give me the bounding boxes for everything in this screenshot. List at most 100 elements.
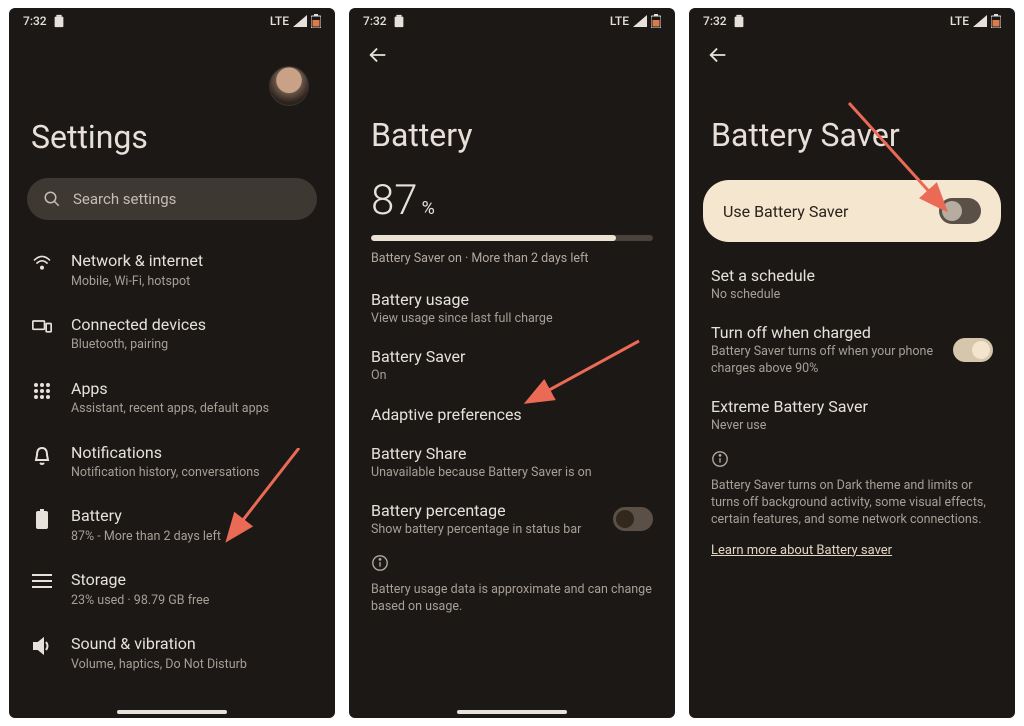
item-label: Battery Saver: [371, 347, 653, 366]
item-sub: Unavailable because Battery Saver is on: [371, 465, 653, 481]
battery-status-icon: [651, 14, 661, 28]
item-battery-usage[interactable]: Battery usage View usage since last full…: [349, 280, 675, 337]
gesture-bar[interactable]: [117, 710, 227, 714]
status-bar: 7:32 LTE: [689, 8, 1015, 30]
item-label: Battery Share: [371, 444, 653, 463]
arrow-left-icon: [707, 44, 729, 66]
item-label: Battery percentage: [371, 501, 603, 520]
item-sub: No schedule: [711, 287, 993, 303]
search-placeholder: Search settings: [73, 190, 176, 208]
profile-avatar[interactable]: [269, 66, 309, 106]
item-set-schedule[interactable]: Set a schedule No schedule: [689, 256, 1015, 313]
status-time: 7:32: [363, 14, 387, 28]
status-bar: 7:32 LTE: [349, 8, 675, 30]
signal-icon: [973, 15, 987, 27]
phone-settings: 7:32 LTE Settings Search settings Networ…: [9, 8, 335, 718]
toggle-use-battery-saver[interactable]: [939, 198, 981, 224]
toggle-battery-percentage[interactable]: [613, 507, 653, 531]
devices-icon: [32, 318, 52, 334]
info-icon: [349, 548, 675, 578]
item-sub: On: [371, 368, 653, 384]
sidebar-item-notifications[interactable]: NotificationsNotification history, conve…: [9, 430, 335, 494]
search-icon: [43, 190, 61, 208]
item-label: Extreme Battery Saver: [711, 397, 993, 416]
battery-percent: 87: [371, 176, 418, 225]
sidebar-item-sound[interactable]: Sound & vibration Volume, haptics, Do Not…: [9, 621, 335, 685]
battery-status-line: Battery Saver on · More than 2 days left: [349, 247, 675, 280]
item-sub: Assistant, recent apps, default apps: [71, 401, 313, 417]
info-icon: [689, 444, 1015, 474]
item-sub: Bluetooth, pairing: [71, 337, 313, 353]
item-sub: Volume, haptics, Do Not Disturb: [71, 657, 313, 673]
apps-icon: [33, 382, 51, 400]
battery-chip-icon: [393, 14, 405, 28]
toggle-turn-off-charged[interactable]: [953, 338, 993, 362]
page-title: Settings: [9, 106, 335, 178]
item-label: Storage: [71, 569, 313, 591]
gesture-bar[interactable]: [457, 710, 567, 714]
item-label: Connected devices: [71, 314, 313, 336]
item-sub: View usage since last full charge: [371, 311, 653, 327]
item-sub: 23% used · 98.79 GB free: [71, 593, 313, 609]
footer-note: Battery Saver turns on Dark theme and li…: [689, 474, 1015, 539]
learn-more-link[interactable]: Learn more about Battery saver: [689, 541, 914, 568]
bell-icon: [33, 446, 51, 466]
battery-chip-icon: [53, 14, 65, 28]
status-net: LTE: [610, 14, 629, 28]
status-bar: 7:32 LTE: [9, 8, 335, 30]
status-net: LTE: [950, 14, 969, 28]
item-sub: Show battery percentage in status bar: [371, 522, 603, 538]
item-label: Network & internet: [71, 250, 313, 272]
signal-icon: [633, 15, 647, 27]
item-turn-off-charged[interactable]: Turn off when charged Battery Saver turn…: [689, 313, 1015, 387]
item-adaptive[interactable]: Adaptive preferences: [349, 395, 675, 434]
storage-icon: [32, 573, 52, 589]
item-sub: 87% - More than 2 days left: [71, 529, 313, 545]
sidebar-item-network[interactable]: Network & internet Mobile, Wi-Fi, hotspot: [9, 238, 335, 302]
item-sub: Never use: [711, 418, 993, 434]
battery-icon: [36, 509, 48, 529]
item-battery-share[interactable]: Battery Share Unavailable because Batter…: [349, 434, 675, 491]
item-label: Apps: [71, 378, 313, 400]
use-battery-saver-card[interactable]: Use Battery Saver: [703, 180, 1001, 242]
page-title: Battery Saver: [689, 76, 1015, 180]
back-button[interactable]: [689, 30, 1015, 76]
item-label: Turn off when charged: [711, 323, 943, 342]
item-label: Notifications: [71, 442, 313, 464]
settings-list: Network & internet Mobile, Wi-Fi, hotspot…: [9, 220, 335, 685]
signal-icon: [293, 15, 307, 27]
battery-status-icon: [311, 14, 321, 28]
item-sub: Battery Saver turns off when your phone …: [711, 344, 943, 377]
percent-sign: %: [422, 198, 435, 219]
sound-icon: [32, 637, 52, 655]
battery-progress: [371, 235, 653, 241]
phone-battery: 7:32 LTE Battery 87 % Battery Saver on ·…: [349, 8, 675, 718]
item-label: Adaptive preferences: [371, 405, 653, 424]
sidebar-item-apps[interactable]: AppsAssistant, recent apps, default apps: [9, 366, 335, 430]
sidebar-item-storage[interactable]: Storage 23% used · 98.79 GB free: [9, 557, 335, 621]
item-label: Battery: [71, 505, 313, 527]
status-time: 7:32: [703, 14, 727, 28]
phone-battery-saver: 7:32 LTE Battery Saver Use Battery Saver…: [689, 8, 1015, 718]
item-battery-percentage[interactable]: Battery percentage Show battery percenta…: [349, 491, 675, 548]
battery-status-icon: [991, 14, 1001, 28]
search-input[interactable]: Search settings: [27, 178, 317, 220]
status-net: LTE: [270, 14, 289, 28]
sidebar-item-connected[interactable]: Connected devicesBluetooth, pairing: [9, 302, 335, 366]
card-label: Use Battery Saver: [723, 202, 848, 221]
item-battery-saver[interactable]: Battery Saver On: [349, 337, 675, 394]
item-label: Battery usage: [371, 290, 653, 309]
page-title: Battery: [349, 76, 675, 176]
item-label: Set a schedule: [711, 266, 993, 285]
item-extreme-saver[interactable]: Extreme Battery Saver Never use: [689, 387, 1015, 444]
item-label: Sound & vibration: [71, 633, 313, 655]
footer-note: Battery usage data is approximate and ca…: [349, 578, 675, 626]
back-button[interactable]: [349, 30, 675, 76]
wifi-icon: [32, 254, 52, 270]
battery-chip-icon: [733, 14, 745, 28]
arrow-left-icon: [367, 44, 389, 66]
status-time: 7:32: [23, 14, 47, 28]
sidebar-item-battery[interactable]: Battery 87% - More than 2 days left: [9, 493, 335, 557]
item-sub: Mobile, Wi-Fi, hotspot: [71, 274, 313, 290]
item-sub: Notification history, conversations: [71, 465, 313, 481]
